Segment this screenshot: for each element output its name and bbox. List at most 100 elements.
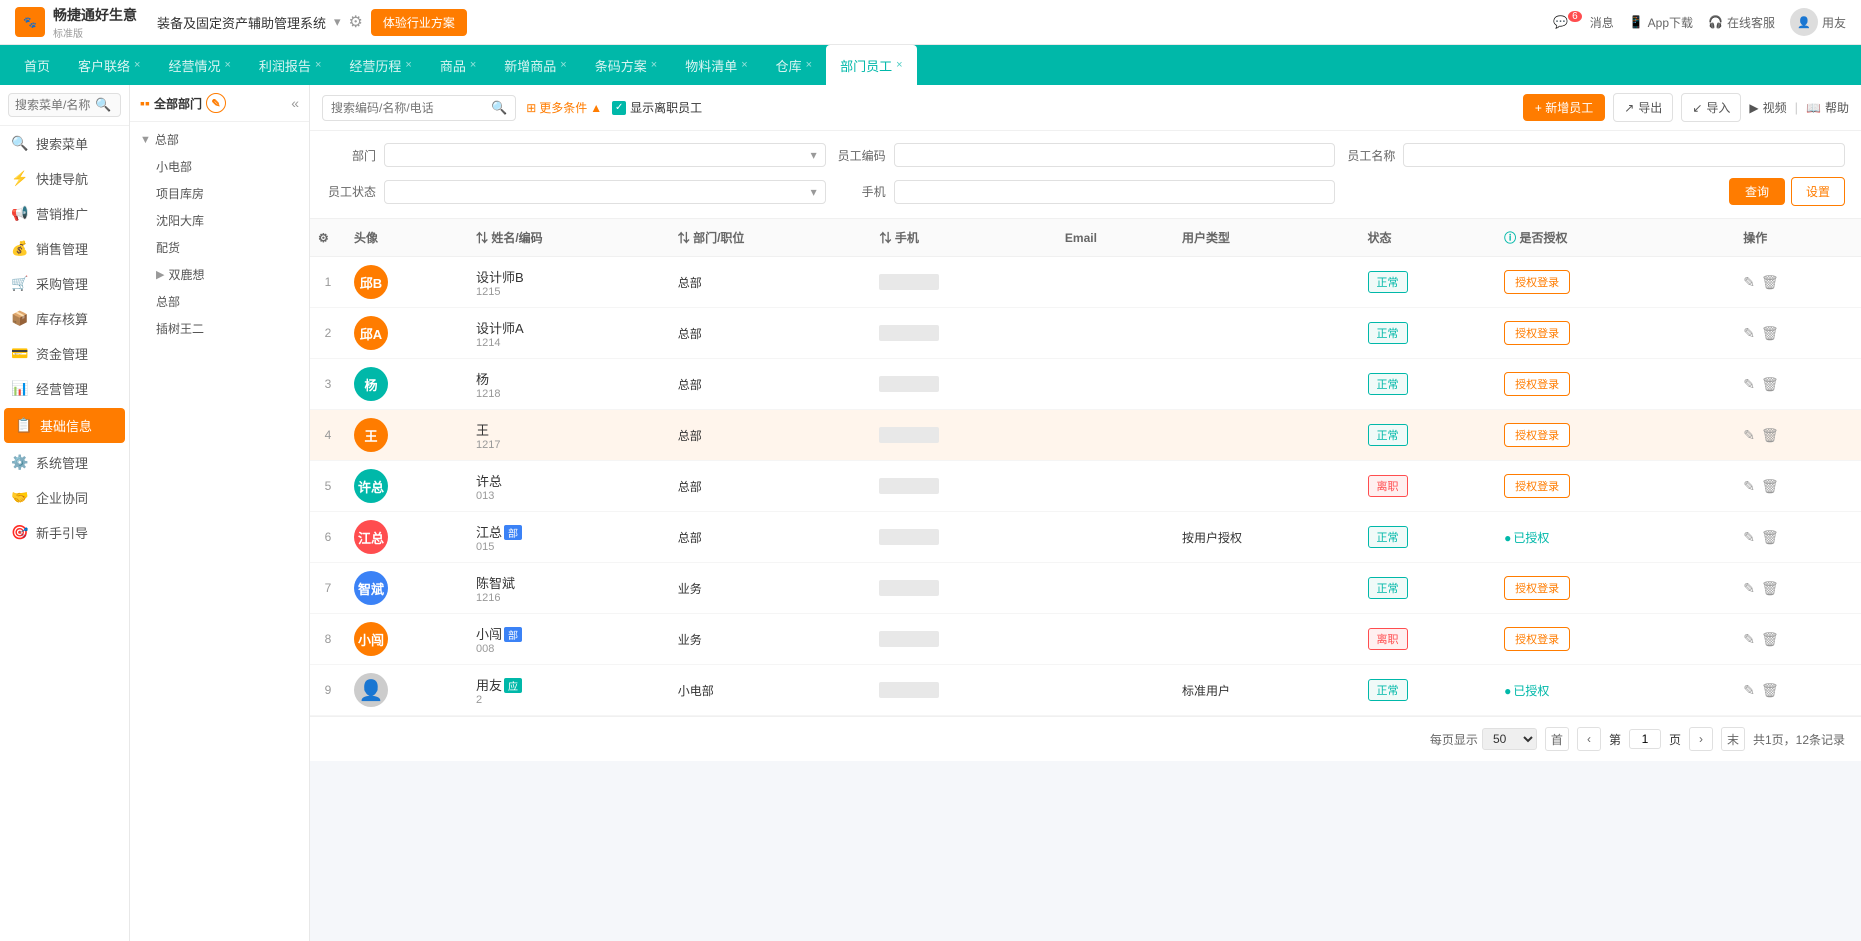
auth-button[interactable]: 授权登录 <box>1504 372 1570 396</box>
delete-button[interactable]: 🗑 <box>1761 478 1779 495</box>
page-size-select[interactable]: 50 100 200 <box>1482 728 1537 750</box>
close-icon[interactable]: × <box>896 59 902 71</box>
tab-warehouse[interactable]: 仓库 × <box>762 45 826 85</box>
sidebar-item-operation[interactable]: 📊 经营管理 <box>0 371 129 406</box>
delete-button[interactable]: 🗑 <box>1761 580 1779 597</box>
delete-button[interactable]: 🗑 <box>1761 274 1779 291</box>
add-employee-button[interactable]: + 新增员工 <box>1523 94 1605 121</box>
show-resign-area[interactable]: ✓ 显示离职员工 <box>612 99 702 116</box>
tab-operation[interactable]: 经营情况 × <box>154 45 244 85</box>
sidebar-item-sales[interactable]: 💰 销售管理 <box>0 231 129 266</box>
tab-home[interactable]: 首页 <box>10 45 64 85</box>
last-page-button[interactable]: 末 <box>1721 727 1745 751</box>
first-page-button[interactable]: 首 <box>1545 727 1569 751</box>
close-icon[interactable]: × <box>224 59 230 71</box>
close-icon[interactable]: × <box>134 59 140 71</box>
dept-item-xiangmu[interactable]: 项目库房 <box>146 180 309 207</box>
status-filter-select[interactable]: ▾ <box>384 180 826 204</box>
chevron-down-icon[interactable]: ▾ <box>334 14 341 30</box>
dept-item-chashuwang[interactable]: 插树王二 <box>146 315 309 342</box>
tab-employees[interactable]: 部门员工 × <box>826 45 916 85</box>
delete-button[interactable]: 🗑 <box>1761 631 1779 648</box>
sidebar-item-shortcut[interactable]: ⚡ 快捷导航 <box>0 161 129 196</box>
sidebar-item-purchase[interactable]: 🛒 采购管理 <box>0 266 129 301</box>
edit-button[interactable]: ✎ <box>1743 274 1755 291</box>
trial-button[interactable]: 体验行业方案 <box>371 9 467 36</box>
sidebar-search-input[interactable] <box>15 98 95 112</box>
delete-button[interactable]: 🗑 <box>1761 682 1779 699</box>
next-page-button[interactable]: › <box>1689 727 1713 751</box>
sidebar-item-search[interactable]: 🔍 搜索菜单 <box>0 126 129 161</box>
dept-item-zongbu2[interactable]: 总部 <box>146 288 309 315</box>
auth-button[interactable]: 授权登录 <box>1504 423 1570 447</box>
dept-item-xiaodian[interactable]: 小电部 <box>146 153 309 180</box>
sidebar-item-marketing[interactable]: 📢 营销推广 <box>0 196 129 231</box>
search-input[interactable] <box>331 101 491 115</box>
video-button[interactable]: ▶ 视频 <box>1749 99 1786 116</box>
close-icon[interactable]: × <box>806 59 812 71</box>
close-icon[interactable]: × <box>651 59 657 71</box>
user-menu[interactable]: 👤 用友 <box>1790 8 1846 36</box>
delete-button[interactable]: 🗑 <box>1761 376 1779 393</box>
collapse-button[interactable]: « <box>291 95 299 111</box>
edit-button[interactable]: ✎ <box>1743 529 1755 546</box>
close-icon[interactable]: × <box>315 59 321 71</box>
gear-icon[interactable]: ⚙ <box>349 12 363 32</box>
import-button[interactable]: ↙ 导入 <box>1681 93 1741 122</box>
auth-button[interactable]: 授权登录 <box>1504 270 1570 294</box>
app-download-button[interactable]: 📱 App下载 <box>1629 14 1693 31</box>
empname-input[interactable] <box>1403 143 1845 167</box>
page-input[interactable] <box>1629 729 1661 749</box>
dept-edit-button[interactable]: ✎ <box>206 93 226 113</box>
edit-button[interactable]: ✎ <box>1743 376 1755 393</box>
sidebar-item-guide[interactable]: 🎯 新手引导 <box>0 515 129 550</box>
tab-barcode[interactable]: 条码方案 × <box>581 45 671 85</box>
sidebar-item-system[interactable]: ⚙️ 系统管理 <box>0 445 129 480</box>
service-button[interactable]: 🎧 在线客服 <box>1708 14 1775 31</box>
edit-button[interactable]: ✎ <box>1743 478 1755 495</box>
close-icon[interactable]: × <box>470 59 476 71</box>
empcode-input[interactable] <box>894 143 1336 167</box>
sidebar-item-finance[interactable]: 💳 资金管理 <box>0 336 129 371</box>
dept-item-zongbu[interactable]: ▼ 总部 <box>130 126 309 153</box>
tab-bom[interactable]: 物料清单 × <box>671 45 761 85</box>
dept-filter-select[interactable]: ▾ <box>384 143 826 167</box>
show-resign-checkbox[interactable]: ✓ <box>612 101 626 115</box>
auth-button[interactable]: 授权登录 <box>1504 576 1570 600</box>
more-filters-button[interactable]: ⊞ 更多条件 ▲ <box>526 99 602 116</box>
delete-button[interactable]: 🗑 <box>1761 427 1779 444</box>
auth-button[interactable]: 授权登录 <box>1504 474 1570 498</box>
close-icon[interactable]: × <box>560 59 566 71</box>
tab-customer[interactable]: 客户联络 × <box>64 45 154 85</box>
sidebar-item-collab[interactable]: 🤝 企业协同 <box>0 480 129 515</box>
delete-button[interactable]: 🗑 <box>1761 325 1779 342</box>
search-icon[interactable]: 🔍 <box>491 100 507 116</box>
edit-button[interactable]: ✎ <box>1743 580 1755 597</box>
dept-item-peihuo[interactable]: 配货 <box>146 234 309 261</box>
message-button[interactable]: 💬 6 消息 <box>1553 14 1614 31</box>
sidebar-item-inventory[interactable]: 📦 库存核算 <box>0 301 129 336</box>
help-button[interactable]: 📖 帮助 <box>1806 99 1849 116</box>
export-button[interactable]: ↗ 导出 <box>1613 93 1673 122</box>
setting-button[interactable]: 设置 <box>1791 177 1845 206</box>
close-icon[interactable]: × <box>741 59 747 71</box>
auth-button[interactable]: 授权登录 <box>1504 321 1570 345</box>
prev-page-button[interactable]: ‹ <box>1577 727 1601 751</box>
edit-button[interactable]: ✎ <box>1743 427 1755 444</box>
tab-new-goods[interactable]: 新增商品 × <box>490 45 580 85</box>
delete-button[interactable]: 🗑 <box>1761 529 1779 546</box>
phone-input[interactable] <box>894 180 1336 204</box>
tab-history[interactable]: 经营历程 × <box>335 45 425 85</box>
edit-button[interactable]: ✎ <box>1743 682 1755 699</box>
close-icon[interactable]: × <box>405 59 411 71</box>
dept-item-shenyang[interactable]: 沈阳大库 <box>146 207 309 234</box>
edit-button[interactable]: ✎ <box>1743 325 1755 342</box>
settings-icon[interactable]: ⚙ <box>318 231 329 245</box>
tab-profit[interactable]: 利润报告 × <box>245 45 335 85</box>
query-button[interactable]: 查询 <box>1729 178 1785 205</box>
auth-button[interactable]: 授权登录 <box>1504 627 1570 651</box>
sidebar-item-basic[interactable]: 📋 基础信息 <box>4 408 125 443</box>
dept-item-shuanglu[interactable]: ▶ 双鹿想 <box>146 261 309 288</box>
tab-goods[interactable]: 商品 × <box>426 45 490 85</box>
edit-button[interactable]: ✎ <box>1743 631 1755 648</box>
